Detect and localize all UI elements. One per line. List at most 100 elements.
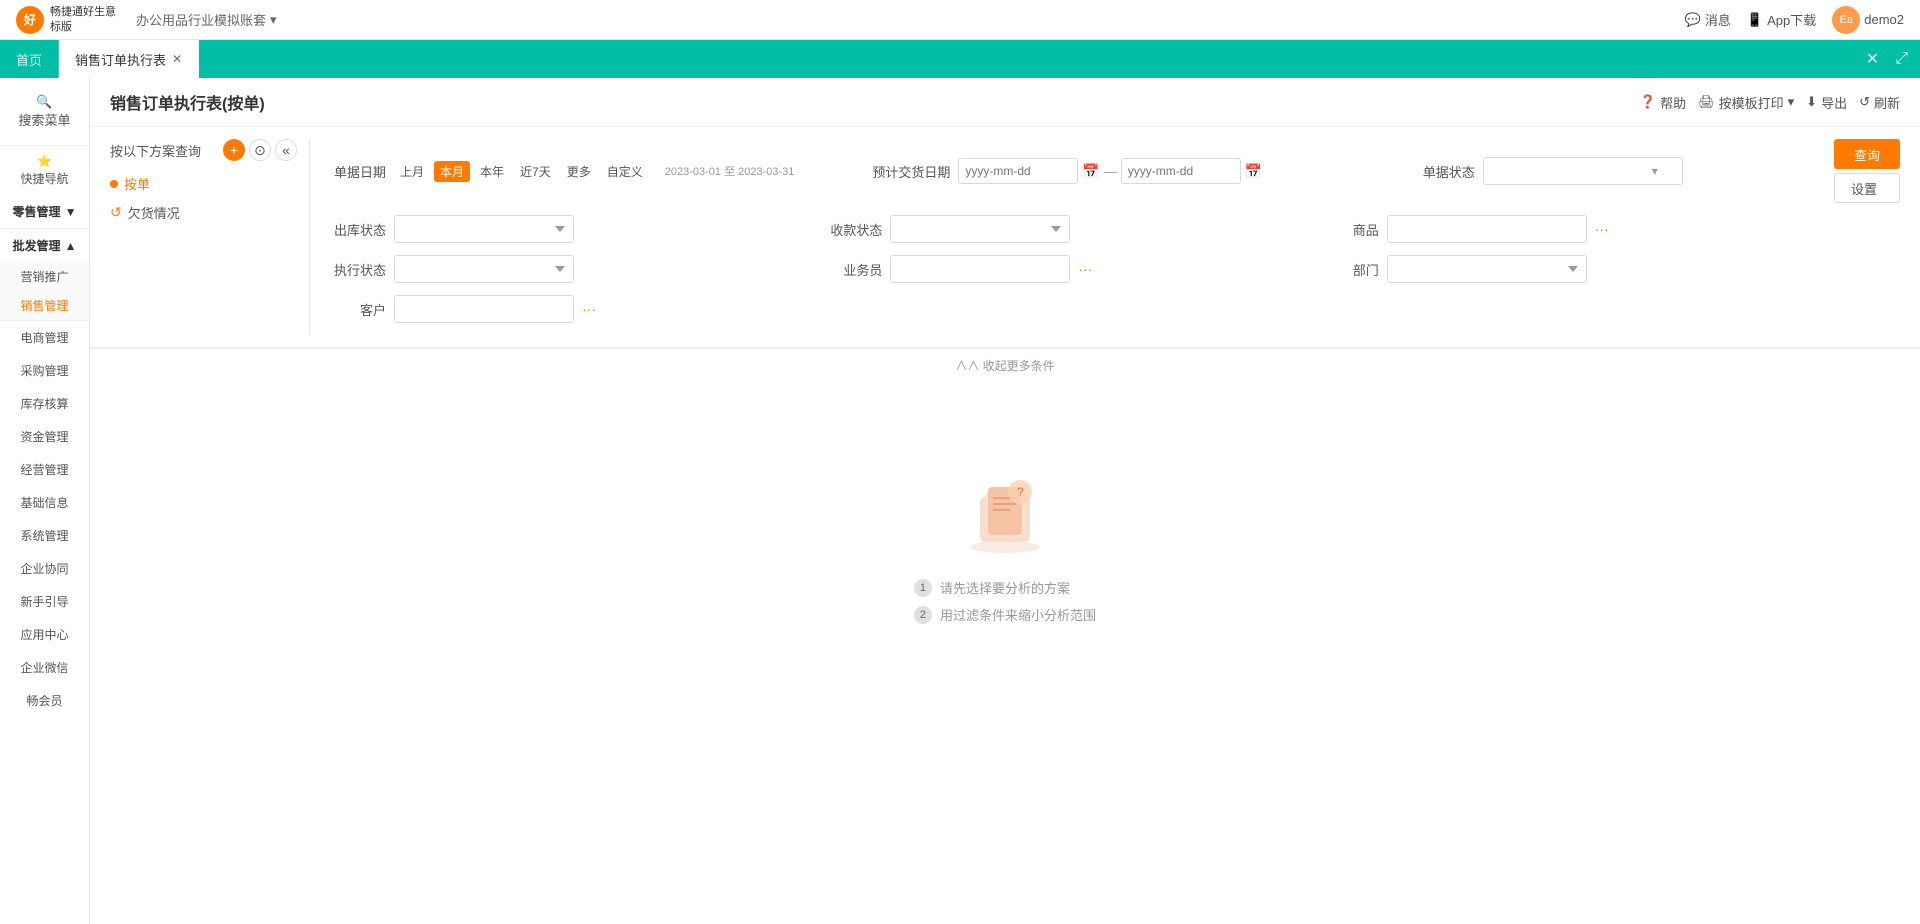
filter-field-payment: 收款状态: [822, 215, 1306, 243]
sidebar-item-inventory[interactable]: 库存核算: [0, 387, 89, 420]
scheme-icons: + ⊙ «: [223, 139, 297, 161]
filter-right: 单据日期 上月 本月 本年 近7天 更多 自定义 2023-03-01 至 20…: [310, 139, 1900, 335]
forecast-date-end[interactable]: [1121, 158, 1241, 184]
sidebar-item-corp[interactable]: 企业协同: [0, 552, 89, 585]
nav-tabs-right: ✕ ⤢: [1862, 45, 1920, 73]
collapse-scheme-button[interactable]: «: [275, 139, 297, 161]
exec-status-select[interactable]: [394, 255, 574, 283]
tab-maximize-icon[interactable]: ⤢: [1891, 46, 1912, 72]
sidebar-item-finance[interactable]: 资金管理: [0, 420, 89, 453]
date-tab-this-month[interactable]: 本月: [434, 161, 470, 182]
date-tabs: 上月 本月 本年 近7天 更多 自定义: [394, 161, 649, 182]
refresh-icon: ↺: [1859, 94, 1870, 110]
sidebar-item-search[interactable]: 🔍 搜索菜单: [8, 86, 81, 137]
date-tab-last-month[interactable]: 上月: [394, 161, 430, 182]
date-tab-last7[interactable]: 近7天: [514, 161, 557, 182]
nav-tabs: 首页 销售订单执行表 ✕ ✕ ⤢: [0, 40, 1920, 78]
filter-row-4: 客户 ···: [326, 295, 1900, 323]
sidebar-item-system[interactable]: 系统管理: [0, 519, 89, 552]
user-menu[interactable]: Ea demo2: [1832, 6, 1904, 34]
sidebar-item-sales[interactable]: 销售管理: [0, 291, 89, 320]
date-tab-this-year[interactable]: 本年: [474, 161, 510, 182]
help-icon: ❓: [1640, 94, 1656, 110]
refresh-button[interactable]: ↺ 刷新: [1859, 93, 1900, 112]
sidebar-item-newbie[interactable]: 新手引导: [0, 585, 89, 618]
sidebar-item-purchase[interactable]: 采购管理: [0, 354, 89, 387]
dept-select[interactable]: [1387, 255, 1587, 283]
main-layout: 🔍 搜索菜单 ⭐ 快捷导航 零售管理 ▼ 批发管理 ▲ 营销推广 销售管理: [0, 78, 1920, 924]
star-icon: ⭐: [37, 154, 52, 168]
salesman-more-icon[interactable]: ···: [1078, 261, 1092, 277]
sidebar-section-wholesale: 批发管理 ▲ 营销推广 销售管理: [0, 229, 89, 321]
svg-text:?: ?: [1017, 485, 1024, 499]
filter-left: 按以下方案查询 + ⊙ « 按单 ↺ 欠货情况: [110, 139, 310, 335]
sidebar-item-retail[interactable]: 零售管理 ▼: [0, 195, 89, 228]
export-icon: ⬇: [1806, 94, 1817, 110]
empty-state: ? 1 请先选择要分析的方案 2 用过滤条件来缩小分析范围: [90, 382, 1920, 704]
forecast-date-start[interactable]: [958, 158, 1078, 184]
print-arrow-icon: ▾: [1788, 94, 1795, 110]
collapse-icon: ∧∧: [955, 359, 979, 373]
sidebar-item-appcenter[interactable]: 应用中心: [0, 618, 89, 651]
collapse-conditions-button[interactable]: ∧∧ 收起更多条件: [90, 348, 1920, 382]
filter-row-3: 执行状态 业务员 ··· 部门: [326, 255, 1900, 283]
filter-field-dept: 部门: [1319, 255, 1900, 283]
logo-area: 好 畅捷通好生意 标版: [16, 5, 116, 34]
scheme-dot-icon: [110, 180, 118, 188]
sidebar-item-basic[interactable]: 基础信息: [0, 486, 89, 519]
salesman-input[interactable]: [890, 255, 1070, 283]
empty-illustration: ?: [955, 462, 1055, 562]
filter-field-bill-status: 单据状态 ▾: [1415, 157, 1814, 185]
sidebar-search: 🔍 搜索菜单: [0, 78, 89, 146]
filter-field-customer: 客户 ···: [326, 295, 596, 323]
tab-home[interactable]: 首页: [0, 40, 59, 78]
avatar: Ea: [1832, 6, 1860, 34]
sidebar-section-retail: 零售管理 ▼: [0, 195, 89, 229]
tab-minimize-icon[interactable]: ✕: [1862, 45, 1883, 73]
filter-row-1: 单据日期 上月 本月 本年 近7天 更多 自定义 2023-03-01 至 20…: [326, 139, 1900, 203]
add-scheme-button[interactable]: +: [223, 139, 245, 161]
date-tab-more[interactable]: 更多: [561, 161, 597, 182]
breadcrumb[interactable]: 办公用品行业模拟账套 ▾: [136, 10, 277, 29]
customer-more-icon[interactable]: ···: [582, 301, 596, 317]
sidebar-item-wholesale[interactable]: 批发管理 ▲: [0, 229, 89, 262]
tab-close-icon[interactable]: ✕: [172, 52, 182, 66]
goods-input[interactable]: [1387, 215, 1587, 243]
bill-status-select[interactable]: ▾: [1483, 157, 1683, 185]
goods-more-icon[interactable]: ···: [1595, 221, 1609, 237]
warehouse-select[interactable]: [394, 215, 574, 243]
export-button[interactable]: ⬇ 导出: [1806, 93, 1847, 112]
date-tab-custom[interactable]: 自定义: [601, 161, 649, 182]
sidebar-item-corpwechat[interactable]: 企业微信: [0, 651, 89, 684]
app-download-button[interactable]: 📱 App下载: [1747, 10, 1816, 29]
filter-scheme-header: 按以下方案查询 + ⊙ «: [110, 139, 297, 161]
settings-button[interactable]: 设置: [1834, 173, 1900, 203]
payment-select[interactable]: [890, 215, 1070, 243]
copy-scheme-button[interactable]: ⊙: [249, 139, 271, 161]
header-right: 💬 消息 📱 App下载 Ea demo2: [1685, 6, 1904, 34]
forecast-date-input-group: 📅 — 📅: [958, 158, 1262, 184]
top-header: 好 畅捷通好生意 标版 办公用品行业模拟账套 ▾ 💬 消息 📱 App下载 Ea…: [0, 0, 1920, 40]
filter-field-forecast-date: 预计交货日期 📅 — 📅: [870, 158, 1402, 184]
content-area: 销售订单执行表(按单) ❓ 帮助 🖨 按模板打印 ▾ ⬇ 导出: [90, 78, 1920, 924]
calendar-start-icon[interactable]: 📅: [1082, 163, 1099, 180]
sidebar-item-marketing[interactable]: 营销推广: [0, 262, 89, 291]
sidebar-item-member[interactable]: 畅会员: [0, 684, 89, 717]
sidebar-item-quick-nav[interactable]: ⭐ 快捷导航: [0, 146, 89, 195]
scheme-item-arrears[interactable]: ↺ 欠货情况: [110, 198, 297, 227]
scheme-item-press-order[interactable]: 按单: [110, 169, 297, 198]
help-button[interactable]: ❓ 帮助: [1640, 93, 1686, 112]
print-icon: 🖨: [1698, 94, 1715, 110]
sidebar-item-ecommerce[interactable]: 电商管理: [0, 321, 89, 354]
page-actions: ❓ 帮助 🖨 按模板打印 ▾ ⬇ 导出 ↺ 刷新: [1640, 93, 1900, 112]
query-button[interactable]: 查询: [1834, 139, 1900, 169]
print-button[interactable]: 🖨 按模板打印 ▾: [1698, 93, 1794, 112]
empty-hints: 1 请先选择要分析的方案 2 用过滤条件来缩小分析范围: [914, 578, 1096, 624]
customer-input[interactable]: [394, 295, 574, 323]
tab-sales-order[interactable]: 销售订单执行表 ✕: [59, 40, 199, 78]
message-button[interactable]: 💬 消息: [1685, 10, 1731, 29]
hint-1: 1 请先选择要分析的方案: [914, 578, 1096, 597]
calendar-end-icon[interactable]: 📅: [1245, 163, 1262, 180]
refresh-small-icon: ↺: [110, 204, 122, 221]
sidebar-item-operation[interactable]: 经营管理: [0, 453, 89, 486]
